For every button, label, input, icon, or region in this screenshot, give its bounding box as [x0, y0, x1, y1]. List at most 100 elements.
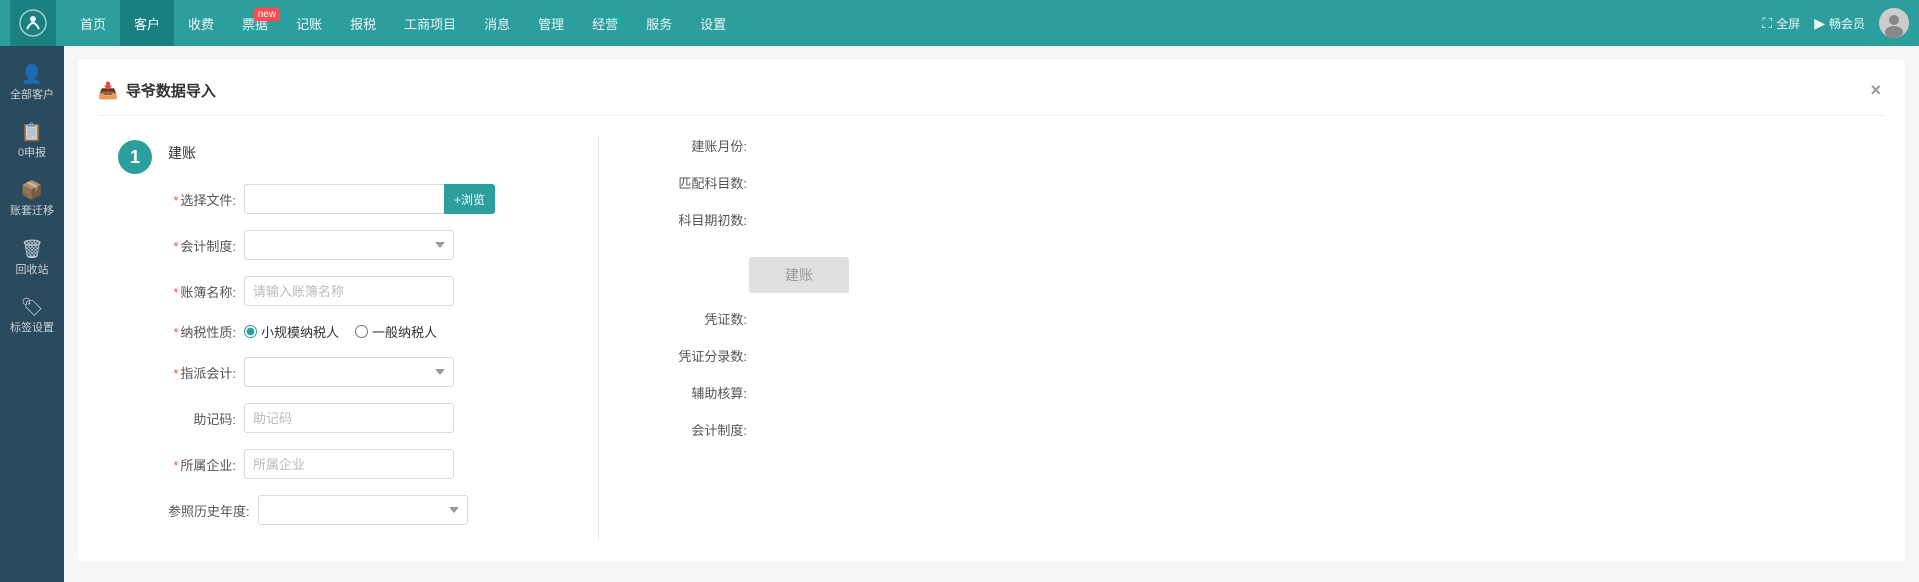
form-layout: 1 建账 *选择文件: +浏览 — [98, 136, 1885, 541]
tax-type-row: *纳税性质: 小规模纳税人 一般纳税人 — [168, 322, 538, 341]
match-subjects-label: 匹配科目数: — [659, 173, 747, 192]
form-right: 建账月份: 匹配科目数: 科目期初数: 建账 凭证 — [659, 136, 939, 541]
sidebar-icon: 📦 — [21, 180, 43, 201]
assign-accountant-label: *指派会计: — [168, 363, 236, 382]
nav-item-经营[interactable]: 经营 — [578, 0, 632, 46]
avatar[interactable] — [1879, 8, 1909, 38]
sidebar-item-标签设置[interactable]: 🏷 标签设置 — [0, 289, 64, 343]
tax-type-label: *纳税性质: — [168, 322, 236, 341]
step-section: 1 建账 — [118, 136, 538, 174]
tax-general-radio[interactable] — [355, 325, 368, 338]
memo-code-row: 助记码: — [168, 403, 538, 433]
sidebar-icon: 🗑 — [21, 239, 44, 260]
layout: 👤 全部客户 📋 0申报 📦 账套迁移 🗑 回收站 🏷 标签设置 📥 导爷数据导入 × — [0, 46, 1919, 582]
voucher-count-row: 凭证数: — [659, 309, 939, 328]
sidebar-icon: 📋 — [21, 122, 43, 143]
logo[interactable] — [10, 0, 56, 46]
ref-year-select[interactable] — [258, 495, 468, 525]
form-section: *选择文件: +浏览 *会计制度: — [118, 184, 538, 525]
nav-item-记账[interactable]: 记账 — [282, 0, 336, 46]
top-nav: 首页客户收费票据new记账报税工商项目消息管理经营服务设置 ⛶ 全屏 ▶ 畅会员 — [0, 0, 1919, 46]
member-button[interactable]: ▶ 畅会员 — [1814, 15, 1865, 32]
voucher-entries-label: 凭证分录数: — [659, 346, 747, 365]
sidebar: 👤 全部客户 📋 0申报 📦 账套迁移 🗑 回收站 🏷 标签设置 — [0, 46, 64, 582]
tax-general-label: 一般纳税人 — [372, 322, 437, 341]
nav-item-首页[interactable]: 首页 — [66, 0, 120, 46]
nav-item-报税[interactable]: 报税 — [336, 0, 390, 46]
dialog-header-left: 📥 导爷数据导入 — [98, 80, 216, 101]
sidebar-item-0申报[interactable]: 📋 0申报 — [0, 114, 64, 168]
nav-right: ⛶ 全屏 ▶ 畅会员 — [1762, 8, 1909, 38]
nav-item-服务[interactable]: 服务 — [632, 0, 686, 46]
sidebar-label: 账套迁移 — [10, 205, 54, 218]
sidebar-label: 回收站 — [16, 264, 49, 277]
accounting-system-select[interactable] — [244, 230, 454, 260]
nav-items: 首页客户收费票据new记账报税工商项目消息管理经营服务设置 — [66, 0, 1762, 46]
voucher-count-label: 凭证数: — [659, 309, 747, 328]
memo-code-input[interactable] — [244, 403, 454, 433]
ref-year-row: 参照历史年度: — [168, 495, 538, 525]
company-row: *所属企业: — [168, 449, 538, 479]
sidebar-label: 标签设置 — [10, 322, 54, 335]
sidebar-item-全部客户[interactable]: 👤 全部客户 — [0, 56, 64, 110]
nav-item-管理[interactable]: 管理 — [524, 0, 578, 46]
ledger-name-input[interactable] — [244, 276, 454, 306]
browse-button[interactable]: +浏览 — [444, 184, 495, 214]
file-input[interactable] — [244, 184, 444, 214]
file-label: *选择文件: — [168, 190, 236, 209]
file-input-group: +浏览 — [244, 184, 495, 214]
dialog-import-icon: 📥 — [98, 81, 118, 101]
step-circle: 1 — [118, 140, 152, 174]
sidebar-item-账套迁移[interactable]: 📦 账套迁移 — [0, 172, 64, 226]
divider — [598, 136, 599, 541]
tax-radio-group: 小规模纳税人 一般纳税人 — [244, 322, 437, 341]
tax-small-radio[interactable] — [244, 325, 257, 338]
ledger-name-label: *账簿名称: — [168, 282, 236, 301]
accounting-system-label: *会计制度: — [168, 236, 236, 255]
right-accounting-system-label: 会计制度: — [659, 420, 747, 439]
nav-item-客户[interactable]: 客户 — [120, 0, 174, 46]
match-subjects-row: 匹配科目数: — [659, 173, 939, 192]
nav-item-消息[interactable]: 消息 — [470, 0, 524, 46]
nav-item-票据[interactable]: 票据new — [228, 0, 282, 46]
main-content: 📥 导爷数据导入 × 1 建账 — [64, 46, 1919, 582]
sidebar-label: 全部客户 — [10, 89, 54, 102]
required-star5: * — [173, 366, 178, 381]
memo-code-label: 助记码: — [168, 409, 236, 428]
accounting-system-row: *会计制度: — [168, 230, 538, 260]
period-row: 建账月份: — [659, 136, 939, 155]
required-star3: * — [173, 285, 178, 300]
required-star6: * — [173, 458, 178, 473]
company-input[interactable] — [244, 449, 454, 479]
assign-accountant-row: *指派会计: — [168, 357, 538, 387]
sidebar-icon: 👤 — [21, 64, 43, 85]
ref-year-label: 参照历史年度: — [168, 501, 250, 520]
form-left: 1 建账 *选择文件: +浏览 — [118, 136, 538, 541]
subject-init-row: 科目期初数: — [659, 210, 939, 229]
voucher-entries-row: 凭证分录数: — [659, 346, 939, 365]
assign-accountant-select[interactable] — [244, 357, 454, 387]
content-area: 📥 导爷数据导入 × 1 建账 — [78, 60, 1905, 561]
sidebar-item-回收站[interactable]: 🗑 回收站 — [0, 231, 64, 285]
sidebar-icon: 🏷 — [21, 297, 44, 318]
tax-small-option[interactable]: 小规模纳税人 — [244, 322, 339, 341]
tax-small-label: 小规模纳税人 — [261, 322, 339, 341]
aux-row: 辅助核算: — [659, 383, 939, 402]
company-label: *所属企业: — [168, 455, 236, 474]
close-icon[interactable]: × — [1866, 80, 1885, 101]
build-button[interactable]: 建账 — [749, 257, 849, 293]
required-star: * — [173, 193, 178, 208]
required-star2: * — [173, 239, 178, 254]
fullscreen-icon: ⛶ — [1762, 15, 1772, 32]
nav-item-设置[interactable]: 设置 — [686, 0, 740, 46]
fullscreen-button[interactable]: ⛶ 全屏 — [1762, 15, 1800, 32]
ledger-name-row: *账簿名称: — [168, 276, 538, 306]
dialog-title: 导爷数据导入 — [126, 80, 216, 101]
sidebar-label: 0申报 — [18, 147, 46, 160]
right-accounting-system-row: 会计制度: — [659, 420, 939, 439]
nav-item-工商项目[interactable]: 工商项目 — [390, 0, 470, 46]
fullscreen-label: 全屏 — [1776, 15, 1800, 32]
tax-general-option[interactable]: 一般纳税人 — [355, 322, 437, 341]
nav-item-收费[interactable]: 收费 — [174, 0, 228, 46]
period-label: 建账月份: — [659, 136, 747, 155]
